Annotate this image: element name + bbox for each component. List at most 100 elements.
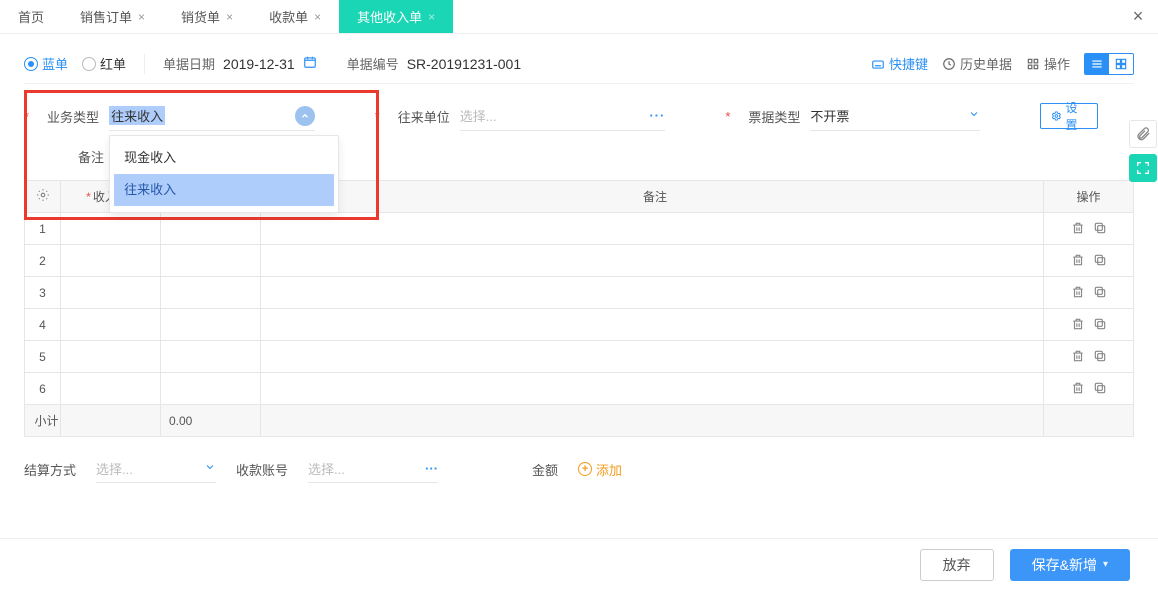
chevron-up-icon[interactable] (295, 106, 315, 126)
cell-income[interactable] (61, 341, 161, 373)
footer: 放弃 保存&新增 ▾ (0, 538, 1158, 590)
tab-other-income[interactable]: 其他收入单 × (339, 0, 453, 33)
cell-income[interactable] (61, 213, 161, 245)
tab-receipt[interactable]: 收款单 × (251, 0, 339, 33)
tab-delivery[interactable]: 销货单 × (163, 0, 251, 33)
cell-remark[interactable] (261, 213, 1044, 245)
biz-type-field[interactable]: * 业务类型 往来收入 现金收入 往来收入 (24, 101, 315, 131)
subtotal-income (61, 405, 161, 437)
cell-amount[interactable] (161, 309, 261, 341)
close-icon[interactable]: × (314, 10, 321, 24)
radio-red[interactable]: 红单 (82, 54, 126, 73)
copy-row-button[interactable] (1091, 219, 1109, 237)
settle-amount-field[interactable]: 金额 (458, 455, 558, 483)
cell-remark[interactable] (261, 277, 1044, 309)
radio-blue[interactable]: 蓝单 (24, 54, 68, 73)
cell-remark[interactable] (261, 341, 1044, 373)
required-mark: * (24, 109, 29, 124)
more-icon[interactable]: ··· (649, 108, 665, 123)
invoice-control[interactable]: 不开票 (810, 101, 979, 131)
doc-type-radios: 蓝单 红单 (24, 54, 126, 73)
shortcut-label: 快捷键 (889, 54, 928, 73)
biz-type-control[interactable]: 往来收入 现金收入 往来收入 (109, 101, 315, 131)
delete-row-button[interactable] (1069, 283, 1087, 301)
delete-row-button[interactable] (1069, 251, 1087, 269)
dropdown-option-ar[interactable]: 往来收入 (114, 174, 334, 206)
delete-row-button[interactable] (1069, 379, 1087, 397)
tab-label: 销售订单 (80, 7, 132, 26)
cell-amount[interactable] (161, 213, 261, 245)
close-icon[interactable]: × (428, 10, 435, 24)
attachment-button[interactable] (1129, 120, 1157, 148)
cell-ops (1044, 213, 1134, 245)
list-icon (1090, 57, 1104, 71)
cell-remark[interactable] (261, 309, 1044, 341)
shortcut-link[interactable]: 快捷键 (871, 54, 928, 73)
gear-icon (36, 188, 50, 202)
copy-row-button[interactable] (1091, 251, 1109, 269)
view-card-button[interactable] (1109, 54, 1133, 74)
party-field[interactable]: * 往来单位 选择... ··· (375, 101, 666, 131)
save-new-button[interactable]: 保存&新增 ▾ (1010, 549, 1130, 581)
chevron-down-icon[interactable] (204, 461, 216, 476)
chevron-down-icon[interactable] (968, 108, 980, 123)
cell-amount[interactable] (161, 341, 261, 373)
invoice-label: 票据类型 (734, 107, 800, 126)
row-index: 3 (25, 277, 61, 309)
settle-method-field[interactable]: 选择... (96, 455, 216, 483)
copy-row-button[interactable] (1091, 347, 1109, 365)
close-all-icon[interactable]: × (1118, 0, 1158, 33)
calendar-icon[interactable] (303, 55, 317, 72)
delete-row-button[interactable] (1069, 347, 1087, 365)
table-row[interactable]: 1 (25, 213, 1134, 245)
table-row[interactable]: 6 (25, 373, 1134, 405)
cell-amount[interactable] (161, 373, 261, 405)
tab-sales-order[interactable]: 销售订单 × (62, 0, 163, 33)
close-icon[interactable]: × (226, 10, 233, 24)
view-toggle (1084, 53, 1134, 75)
right-rail (1128, 120, 1158, 182)
settle-method-label: 结算方式 (24, 460, 76, 479)
root: 首页 销售订单 × 销货单 × 收款单 × 其他收入单 × × 蓝单 红单 单据… (0, 0, 1158, 590)
close-icon[interactable]: × (138, 10, 145, 24)
operate-link[interactable]: 操作 (1026, 54, 1070, 73)
discard-button[interactable]: 放弃 (920, 549, 994, 581)
copy-row-button[interactable] (1091, 379, 1109, 397)
settle-account-field[interactable]: 选择... ··· (308, 455, 438, 483)
more-icon[interactable]: ··· (425, 461, 438, 476)
copy-row-button[interactable] (1091, 283, 1109, 301)
cell-income[interactable] (61, 373, 161, 405)
subtotal-amount: 0.00 (161, 414, 192, 428)
add-label: 添加 (596, 460, 622, 479)
cell-income[interactable] (61, 245, 161, 277)
table-row[interactable]: 5 (25, 341, 1134, 373)
th-remark: 备注 (261, 181, 1044, 213)
party-control[interactable]: 选择... ··· (460, 101, 666, 131)
delete-row-button[interactable] (1069, 315, 1087, 333)
settings-button[interactable]: 设置 (1040, 103, 1098, 129)
delete-row-button[interactable] (1069, 219, 1087, 237)
settings-label: 设置 (1065, 99, 1087, 133)
table-row[interactable]: 3 (25, 277, 1134, 309)
view-list-button[interactable] (1085, 54, 1109, 74)
cell-amount[interactable] (161, 277, 261, 309)
dropdown-option-cash[interactable]: 现金收入 (114, 142, 334, 174)
fullscreen-button[interactable] (1129, 154, 1157, 182)
doc-date-value[interactable]: 2019-12-31 (223, 56, 295, 72)
copy-row-button[interactable] (1091, 315, 1109, 333)
radio-dot-icon (24, 57, 38, 71)
cell-income[interactable] (61, 309, 161, 341)
history-label: 历史单据 (960, 54, 1012, 73)
history-link[interactable]: 历史单据 (942, 54, 1012, 73)
table-row[interactable]: 4 (25, 309, 1134, 341)
add-settlement-button[interactable]: + 添加 (578, 460, 622, 479)
gear-header[interactable] (25, 181, 61, 213)
tab-home[interactable]: 首页 (0, 0, 62, 33)
cell-income[interactable] (61, 277, 161, 309)
cell-remark[interactable] (261, 245, 1044, 277)
table-row[interactable]: 2 (25, 245, 1134, 277)
cell-amount[interactable] (161, 245, 261, 277)
invoice-field[interactable]: * 票据类型 不开票 (725, 101, 979, 131)
cell-ops (1044, 373, 1134, 405)
cell-remark[interactable] (261, 373, 1044, 405)
